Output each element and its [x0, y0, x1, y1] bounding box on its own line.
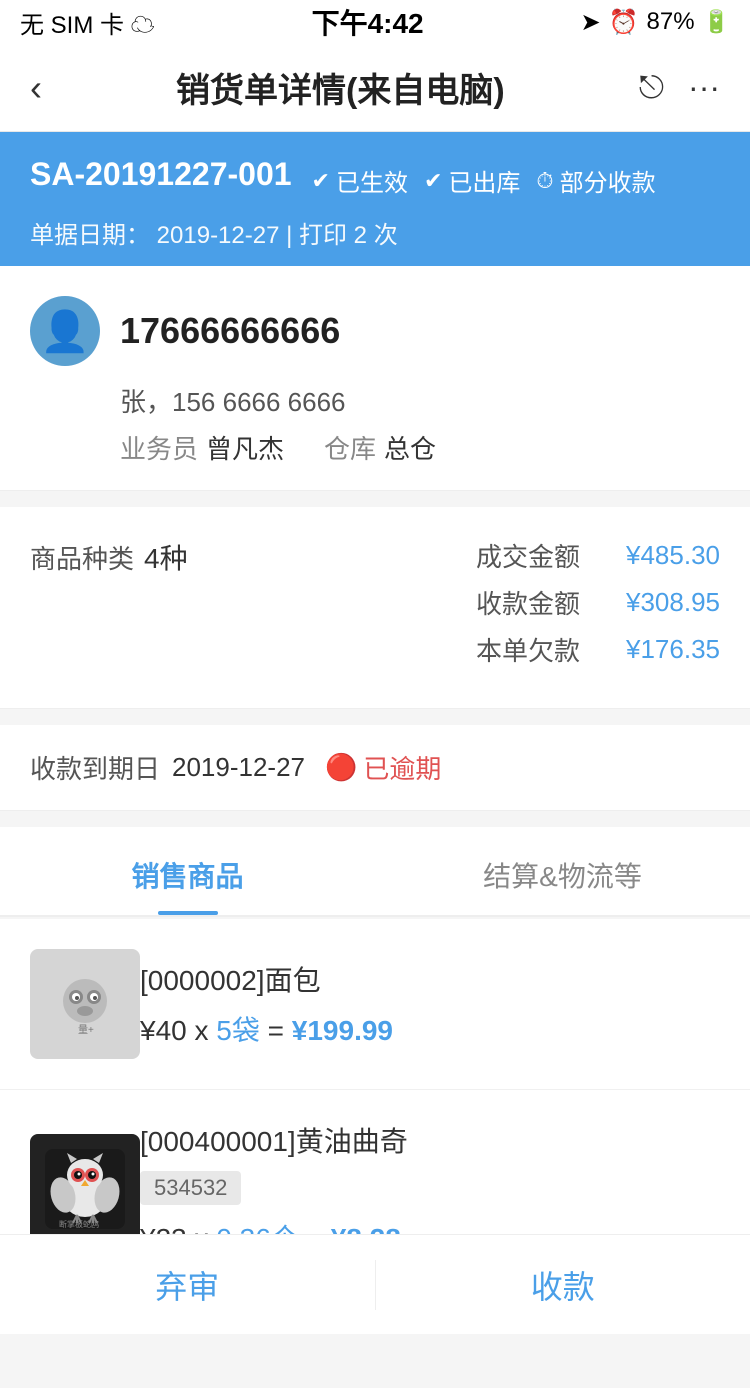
- badge-effective: ✔ 已生效: [312, 163, 408, 198]
- bread-icon: 量+: [50, 969, 120, 1039]
- check-icon: ✔: [312, 168, 330, 194]
- product-thumbnail-owl: 断掌板蛇鸥: [30, 1134, 140, 1244]
- location-icon: ➤: [581, 8, 601, 37]
- back-button[interactable]: ‹: [30, 67, 42, 109]
- sales-name: 曾凡杰: [206, 429, 284, 466]
- more-icon[interactable]: ···: [688, 69, 720, 106]
- svg-text:量+: 量+: [78, 1024, 94, 1036]
- tabs-container: 销售商品 结算&物流等: [0, 827, 750, 917]
- person-icon: 👤: [40, 308, 90, 355]
- due-section: 收款到期日 2019-12-27 🔴 已逾期: [0, 725, 750, 811]
- product-price-unit: ¥40: [140, 1015, 187, 1046]
- avatar: 👤: [30, 296, 100, 366]
- product-thumbnail: 量+: [30, 949, 140, 1059]
- collect-button[interactable]: 收款: [376, 1242, 750, 1328]
- status-time: 下午4:42: [312, 2, 424, 42]
- deal-amount-row: 成交金额 ¥485.30: [476, 537, 720, 574]
- share-icon[interactable]: ⎋: [639, 69, 664, 107]
- overdue-badge: 🔴 已逾期: [325, 749, 441, 786]
- header-banner: SA-20191227-001 ✔ 已生效 ✔ 已出库 ⏱ 部分收款 单据日期：…: [0, 132, 750, 266]
- status-right: ➤ ⏰ 87% 🔋: [581, 8, 730, 37]
- nav-bar: ‹ 销货单详情(来自电脑) ⎋ ···: [0, 44, 750, 132]
- collect-amount-label: 收款金额: [476, 584, 580, 621]
- order-id: SA-20191227-001: [30, 156, 292, 193]
- product-name-2: [000400001]黄油曲奇: [140, 1120, 720, 1160]
- product-item: 量+ [0000002]面包 ¥40 x 5袋 = ¥199.99: [0, 919, 750, 1090]
- customer-name: 张，156 6666 6666: [120, 382, 720, 419]
- print-text: | 打印 2 次: [286, 222, 398, 249]
- deal-amount-value: ¥485.30: [600, 540, 720, 571]
- warehouse-label: 仓库: [324, 429, 376, 466]
- date-label: 单据日期：: [30, 222, 150, 249]
- product-equals: =: [268, 1015, 292, 1046]
- status-bar: 无 SIM 卡 ☁ 下午4:42 ➤ ⏰ 87% 🔋: [0, 0, 750, 44]
- collect-amount-row: 收款金额 ¥308.95: [476, 584, 720, 621]
- product-name: [0000002]面包: [140, 959, 720, 999]
- debt-amount-row: 本单欠款 ¥176.35: [476, 631, 720, 668]
- tab-underline: [158, 911, 218, 915]
- customer-meta: 业务员 曾凡杰 仓库 总仓: [120, 429, 720, 466]
- status-left: 无 SIM 卡 ☁: [20, 5, 155, 40]
- bottom-bar: 弃审 收款: [0, 1234, 750, 1334]
- battery-text: 87%: [647, 8, 695, 36]
- check-icon2: ✔: [424, 168, 442, 194]
- due-date-value: 2019-12-27: [172, 752, 305, 783]
- stats-right: 成交金额 ¥485.30 收款金额 ¥308.95 本单欠款 ¥176.35: [476, 537, 720, 678]
- sales-label: 业务员: [120, 429, 198, 466]
- tab-sales-label: 销售商品: [131, 861, 243, 892]
- product-kind-label: 商品种类: [30, 539, 134, 576]
- debt-amount-label: 本单欠款: [476, 631, 580, 668]
- collect-amount-value: ¥308.95: [600, 587, 720, 618]
- overdue-text: 已逾期: [363, 749, 441, 786]
- stats-left: 商品种类 4种: [30, 537, 188, 577]
- product-qty: 5袋: [216, 1015, 260, 1046]
- product-tag: 534532: [140, 1171, 241, 1205]
- cancel-review-button[interactable]: 弃审: [0, 1242, 375, 1328]
- product-kind-value: 4种: [144, 537, 188, 577]
- customer-section: 👤 17666666666 张，156 6666 6666 业务员 曾凡杰 仓库…: [0, 266, 750, 491]
- due-label: 收款到期日: [30, 749, 160, 786]
- nav-icons: ⎋ ···: [639, 69, 720, 107]
- product-info: [0000002]面包 ¥40 x 5袋 = ¥199.99: [140, 959, 720, 1049]
- signal-text: 无 SIM 卡 ☁: [20, 5, 155, 40]
- tab-settlement-label: 结算&物流等: [483, 861, 642, 892]
- order-date: 2019-12-27: [157, 222, 280, 249]
- alarm-icon: ⏰: [609, 8, 639, 37]
- debt-amount-value: ¥176.35: [600, 634, 720, 665]
- badge-partial: ⏱ 部分收款: [536, 163, 655, 198]
- stats-section: 商品种类 4种 成交金额 ¥485.30 收款金额 ¥308.95 本单欠款 ¥…: [0, 507, 750, 709]
- products-section: 量+ [0000002]面包 ¥40 x 5袋 = ¥199.99: [0, 919, 750, 1288]
- owl-icon: 断掌板蛇鸥: [45, 1149, 125, 1229]
- svg-text:断掌板蛇鸥: 断掌板蛇鸥: [59, 1219, 99, 1229]
- warehouse-name: 总仓: [384, 429, 436, 466]
- tab-sales-products[interactable]: 销售商品: [0, 827, 375, 915]
- order-date-row: 单据日期： 2019-12-27 | 打印 2 次: [30, 215, 720, 250]
- clock-icon: ⏱: [536, 168, 553, 194]
- page-title: 销货单详情(来自电脑): [176, 63, 505, 112]
- customer-phone: 17666666666: [120, 310, 340, 352]
- product-total: ¥199.99: [292, 1015, 393, 1046]
- tab-settlement[interactable]: 结算&物流等: [375, 827, 750, 915]
- battery-icon: 🔋: [703, 9, 730, 35]
- deal-amount-label: 成交金额: [476, 537, 580, 574]
- product-multiply: x: [195, 1015, 217, 1046]
- product-price-row: ¥40 x 5袋 = ¥199.99: [140, 1009, 720, 1049]
- badge-shipped: ✔ 已出库: [424, 163, 520, 198]
- overdue-icon: 🔴: [325, 752, 357, 783]
